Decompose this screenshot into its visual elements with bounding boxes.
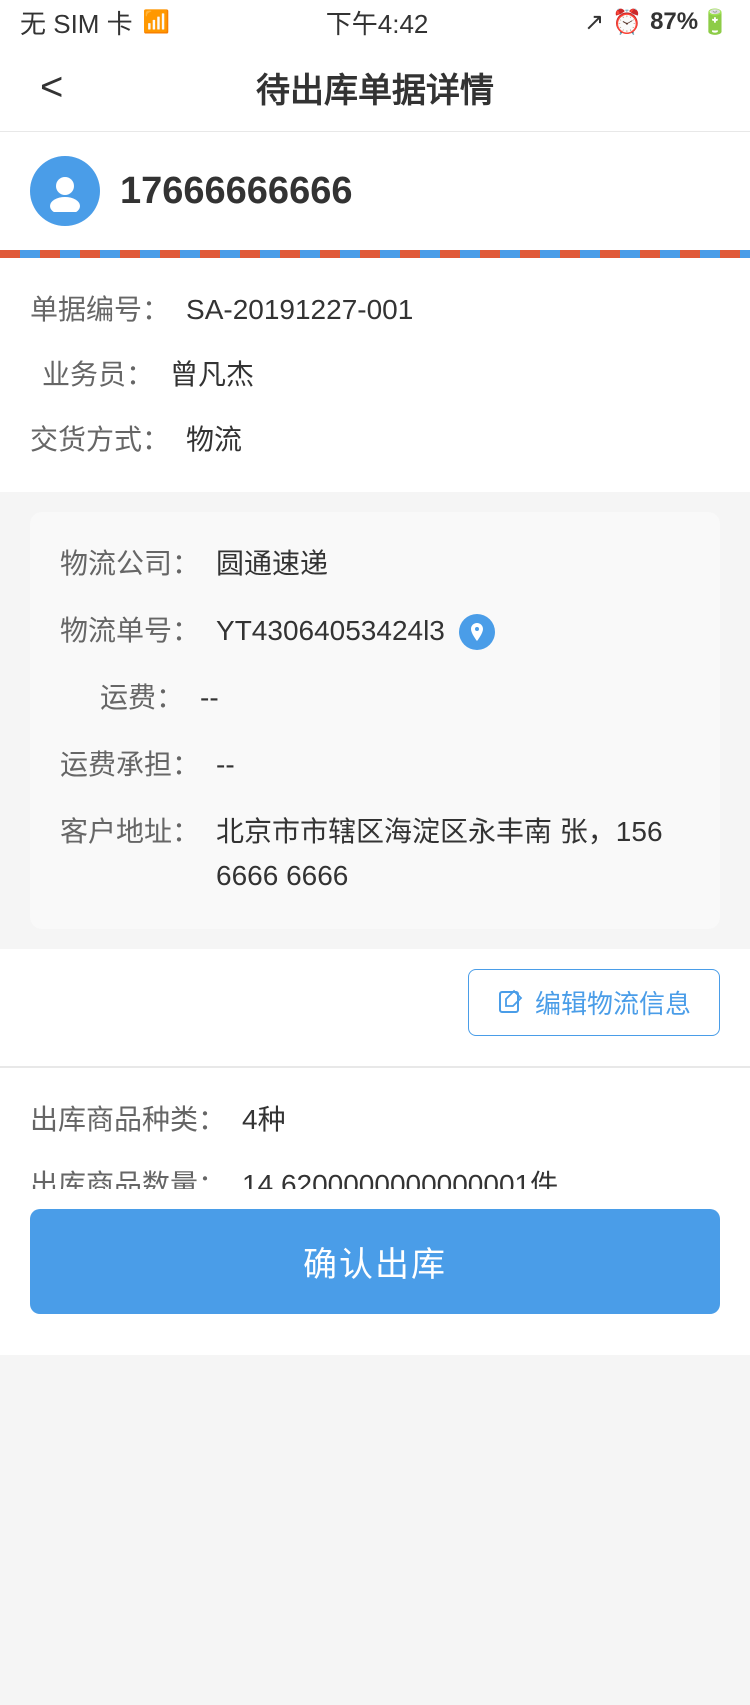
dashed-divider xyxy=(0,250,750,258)
tracking-no-row: 物流单号： YT43064053424l3 xyxy=(60,609,690,654)
address-row: 客户地址： 北京市市辖区海淀区永丰南 张，156 6666 6666 xyxy=(60,810,690,900)
confirm-btn-container: 确认出库 xyxy=(0,1189,750,1334)
freight-label: 运费： xyxy=(60,676,200,721)
status-right: ↗ ⏰ 87% 🔋 xyxy=(584,8,730,37)
alarm-icon: ⏰ xyxy=(612,8,642,37)
delivery-method-label: 交货方式： xyxy=(30,418,186,463)
logistics-company-value: 圆通速递 xyxy=(216,542,690,587)
order-no-value: SA-20191227-001 xyxy=(186,288,720,333)
wifi-icon: 📶 xyxy=(143,9,170,35)
delivery-method-value: 物流 xyxy=(186,418,720,463)
customer-header: 17666666666 xyxy=(0,132,750,250)
order-info-section: 单据编号： SA-20191227-001 业务员： 曾凡杰 交货方式： 物流 xyxy=(0,258,750,492)
battery-indicator: 87% 🔋 xyxy=(650,8,730,37)
tracking-no-value: YT43064053424l3 xyxy=(216,609,690,654)
confirm-outbound-button[interactable]: 确认出库 xyxy=(30,1209,720,1314)
avatar xyxy=(30,156,100,226)
freight-row: 运费： -- xyxy=(60,676,690,721)
salesman-row: 业务员： 曾凡杰 xyxy=(30,353,720,398)
back-button[interactable]: < xyxy=(30,55,73,120)
status-bar: 无 SIM 卡 📶 下午4:42 ↗ ⏰ 87% 🔋 xyxy=(0,0,750,44)
logistics-company-row: 物流公司： 圆通速递 xyxy=(60,542,690,587)
tracking-no-label: 物流单号： xyxy=(60,609,216,654)
address-label: 客户地址： xyxy=(60,810,216,855)
carrier-text: 无 SIM 卡 xyxy=(20,4,133,41)
product-types-row: 出库商品种类： 4种 xyxy=(30,1098,720,1143)
freight-bearer-row: 运费承担： -- xyxy=(60,743,690,788)
content-wrapper: 17666666666 单据编号： SA-20191227-001 业务员： 曾… xyxy=(0,132,750,1705)
logistics-company-label: 物流公司： xyxy=(60,542,216,587)
edit-icon xyxy=(497,989,525,1017)
delivery-method-row: 交货方式： 物流 xyxy=(30,418,720,463)
product-types-value: 4种 xyxy=(242,1098,720,1143)
location-active-icon: ↗ xyxy=(584,8,604,37)
salesman-label: 业务员： xyxy=(30,353,170,398)
edit-btn-container: 编辑物流信息 xyxy=(0,949,750,1066)
order-no-row: 单据编号： SA-20191227-001 xyxy=(30,288,720,333)
status-left: 无 SIM 卡 📶 xyxy=(20,4,170,41)
customer-phone: 17666666666 xyxy=(120,170,352,213)
page-title: 待出库单据详情 xyxy=(256,63,494,112)
order-no-label: 单据编号： xyxy=(30,288,186,333)
spacer xyxy=(0,1355,750,1575)
freight-value: -- xyxy=(200,676,690,721)
freight-bearer-value: -- xyxy=(216,743,690,788)
map-pin-icon[interactable] xyxy=(459,614,495,650)
product-types-label: 出库商品种类： xyxy=(30,1098,242,1143)
logistics-card: 物流公司： 圆通速递 物流单号： YT43064053424l3 运费： -- … xyxy=(30,512,720,929)
edit-logistics-button[interactable]: 编辑物流信息 xyxy=(468,969,720,1036)
salesman-value: 曾凡杰 xyxy=(170,353,720,398)
status-time: 下午4:42 xyxy=(326,4,429,41)
address-value: 北京市市辖区海淀区永丰南 张，156 6666 6666 xyxy=(216,810,690,900)
freight-bearer-label: 运费承担： xyxy=(60,743,216,788)
nav-bar: < 待出库单据详情 xyxy=(0,44,750,132)
battery-icon: 🔋 xyxy=(700,8,730,37)
